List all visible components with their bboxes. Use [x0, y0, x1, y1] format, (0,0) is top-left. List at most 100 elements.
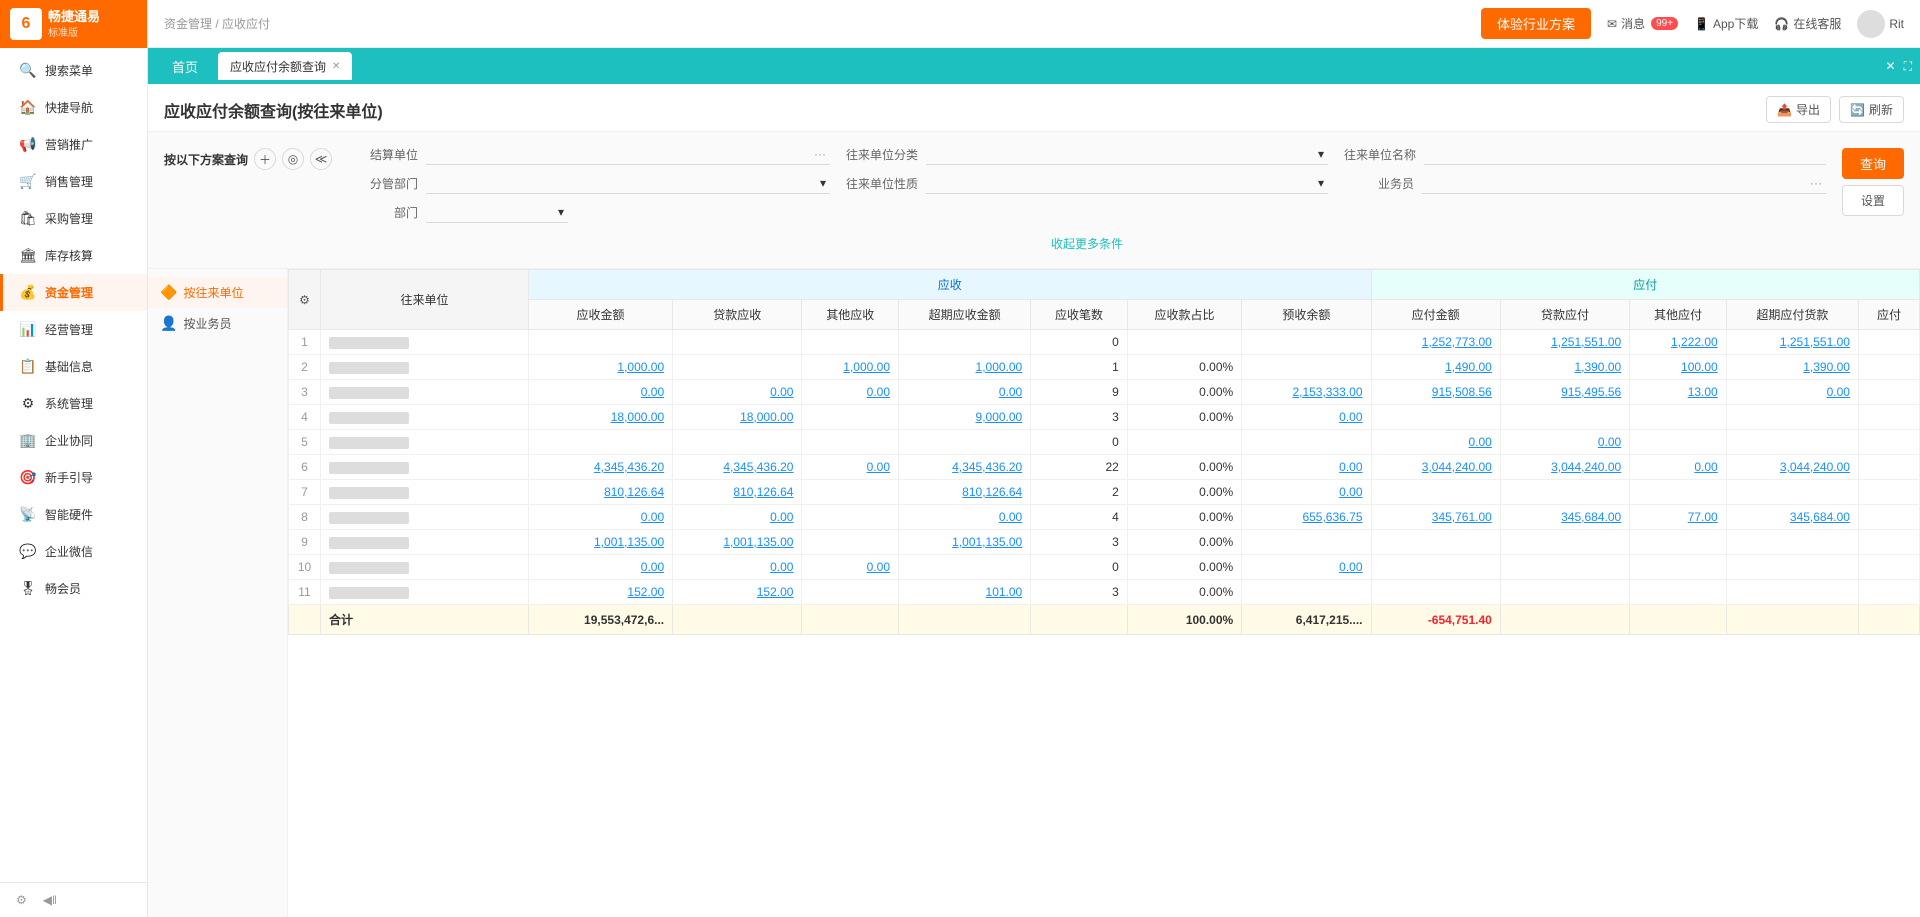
add-scheme-icon[interactable]: ＋ [254, 148, 276, 170]
tab-close-icon[interactable]: ✕ [332, 61, 340, 72]
cell-cqys: 1,000.00 [899, 355, 1031, 380]
salesman-dots-icon[interactable]: ··· [1810, 176, 1822, 190]
cell-cqyf: 345,684.00 [1726, 505, 1858, 530]
footer-label: 合计 [321, 605, 529, 635]
sidebar-item-quick[interactable]: 🏠 快捷导航 [0, 89, 147, 126]
sidebar-item-wechat[interactable]: 💬 企业微信 [0, 533, 147, 570]
cell-ysbs: 2 [1031, 480, 1128, 505]
sidebar-item-inventory[interactable]: 🏛 库存核算 [0, 237, 147, 274]
download-icon: 📱 [1694, 17, 1709, 31]
cell-ysye [1242, 580, 1371, 605]
settlement-dots-icon[interactable]: ··· [814, 147, 826, 161]
cell-cqyf: 0.00 [1726, 380, 1858, 405]
sidebar-item-guide[interactable]: 🎯 新手引导 [0, 459, 147, 496]
message-button[interactable]: ✉ 消息 99+ [1607, 15, 1678, 32]
cell-dkys: 810,126.64 [673, 480, 802, 505]
cell-index: 4 [289, 405, 321, 430]
cell-yf [1858, 330, 1919, 355]
sidebar-settings-icon[interactable]: ⚙ [16, 893, 27, 907]
cell-ysk: 0.00 [528, 555, 672, 580]
cell-ysbs: 0 [1031, 555, 1128, 580]
cell-ysye: 0.00 [1242, 555, 1371, 580]
cell-dkys: 1,001,135.00 [673, 530, 802, 555]
guide-icon: 🎯 [19, 469, 37, 486]
footer-cqyf [1726, 605, 1858, 635]
hardware-icon: 📡 [19, 506, 37, 523]
cell-yfje [1371, 405, 1500, 430]
cell-dkyf: 915,495.56 [1500, 380, 1629, 405]
collapse-conditions-btn[interactable]: 收起更多条件 [1051, 231, 1123, 256]
cell-dkys: 152.00 [673, 580, 802, 605]
sidebar-collapse-icon[interactable]: ◀‖ [43, 893, 57, 907]
footer-yf [1858, 605, 1919, 635]
section-select[interactable]: ▾ [426, 202, 568, 223]
search-area: 按以下方案查询 ＋ ◎ ≪ 结算单位 ··· [148, 132, 1920, 269]
cell-cqyf [1726, 405, 1858, 430]
category-select[interactable]: ▾ [926, 144, 1328, 165]
cell-yskzb: 0.00% [1127, 555, 1241, 580]
cell-cqys: 4,345,436.20 [899, 455, 1031, 480]
app-download-button[interactable]: 📱 App下载 [1694, 15, 1758, 32]
cell-cqys: 9,000.00 [899, 405, 1031, 430]
page-content: 应收应付余额查询(按往来单位) 📤 导出 🔄 刷新 按以下方案查询 [148, 84, 1920, 917]
cell-yfje [1371, 530, 1500, 555]
tab-maximize-icon[interactable]: ⛶ [1904, 59, 1912, 74]
cell-dkys [673, 330, 802, 355]
sidebar-item-system[interactable]: ⚙ 系统管理 [0, 385, 147, 422]
sidebar-item-marketing[interactable]: 📢 营销推广 [0, 126, 147, 163]
chevron-down-icon3: ▾ [1318, 176, 1324, 190]
table-settings-icon[interactable]: ⚙ [299, 293, 310, 307]
fund-icon: 💰 [19, 284, 37, 301]
cell-company [321, 430, 529, 455]
tab-query[interactable]: 应收应付余额查询 ✕ [218, 52, 352, 80]
footer-qtys [802, 605, 899, 635]
user-avatar[interactable]: Rit [1857, 10, 1904, 38]
sidebar-item-hardware[interactable]: 📡 智能硬件 [0, 496, 147, 533]
sidebar-item-fund[interactable]: 💰 资金管理 [0, 274, 147, 311]
query-button[interactable]: 查询 [1842, 148, 1904, 179]
header-actions: 体验行业方案 ✉ 消息 99+ 📱 App下载 🎧 在线客服 Rit [1481, 8, 1904, 39]
dept-select[interactable]: ▾ [426, 173, 830, 194]
cell-qtys [802, 580, 899, 605]
online-service-button[interactable]: 🎧 在线客服 [1774, 15, 1841, 32]
data-table: ⚙ 往来单位 应收 应付 应收金额 贷款应收 其他应收 超期应收金额 应收笔数 [288, 269, 1920, 635]
sidebar-item-base[interactable]: 📋 基础信息 [0, 348, 147, 385]
cell-cqyf: 1,251,551.00 [1726, 330, 1858, 355]
settings-scheme-icon[interactable]: ◎ [282, 148, 304, 170]
tab-close-window-icon[interactable]: ✕ [1886, 59, 1896, 73]
scheme-item-by-unit[interactable]: 🔶 按往来单位 [148, 277, 287, 308]
export-button[interactable]: 📤 导出 [1766, 96, 1831, 123]
cell-qtyf [1630, 530, 1727, 555]
cell-dkyf [1500, 580, 1629, 605]
search-field-dept: 分管部门 ▾ [348, 173, 830, 194]
scheme-item-by-salesman[interactable]: 👤 按业务员 [148, 308, 287, 339]
sidebar-item-search[interactable]: 🔍 搜索菜单 [0, 52, 147, 89]
table-row: 30.000.000.000.0090.00%2,153,333.00915,5… [289, 380, 1920, 405]
setting-button[interactable]: 设置 [1842, 185, 1904, 216]
search-field-settlement: 结算单位 ··· [348, 144, 830, 165]
sidebar-item-business[interactable]: 📊 经营管理 [0, 311, 147, 348]
cell-index: 7 [289, 480, 321, 505]
search-field-section: 部门 ▾ [348, 202, 568, 223]
cell-index: 6 [289, 455, 321, 480]
cell-qtyf [1630, 580, 1727, 605]
th-cqyf: 超期应付货款 [1726, 300, 1858, 330]
cell-ysk: 810,126.64 [528, 480, 672, 505]
cell-dkyf [1500, 405, 1629, 430]
refresh-button[interactable]: 🔄 刷新 [1839, 96, 1904, 123]
sidebar-item-sales[interactable]: 🛒 销售管理 [0, 163, 147, 200]
sidebar-item-member[interactable]: 🎖 畅会员 [0, 570, 147, 607]
sidebar-item-enterprise[interactable]: 🏢 企业协同 [0, 422, 147, 459]
cell-ysbs: 22 [1031, 455, 1128, 480]
cell-qtys [802, 430, 899, 455]
sidebar-item-purchase[interactable]: 🛍 采购管理 [0, 200, 147, 237]
footer-yfje: -654,751.40 [1371, 605, 1500, 635]
collapse-scheme-icon[interactable]: ≪ [310, 148, 332, 170]
trial-button[interactable]: 体验行业方案 [1481, 8, 1591, 39]
tab-home[interactable]: 首页 [156, 48, 214, 84]
unitname-input[interactable] [1424, 144, 1826, 165]
message-icon: ✉ [1607, 17, 1617, 31]
th-settings[interactable]: ⚙ [289, 270, 321, 330]
cell-qtys [802, 530, 899, 555]
nature-select[interactable]: ▾ [926, 173, 1328, 194]
